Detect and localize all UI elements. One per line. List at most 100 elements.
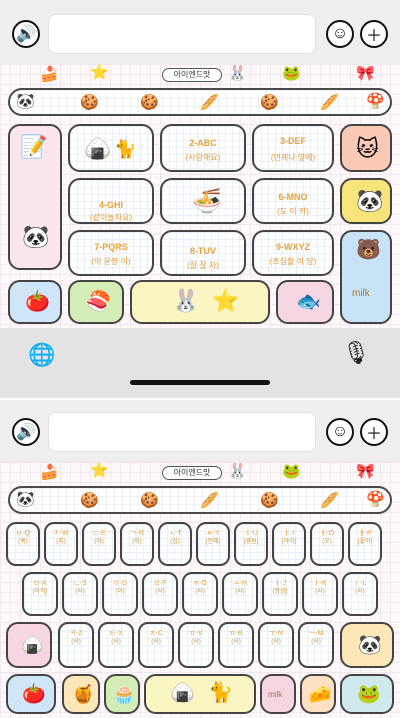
key-sub-label: (사) (235, 589, 245, 595)
space-side-key[interactable]: 🐻 milk (340, 230, 392, 324)
panda-icon: 🐼 (22, 224, 50, 249)
suggestion-bar[interactable]: 🐼 🍪 🍪 🥖 🍪 🥖 🍄 (8, 88, 392, 116)
key-8[interactable]: 8-TUV (잘 잘 자) (160, 230, 246, 276)
microphone-icon[interactable]: 🎙 (342, 340, 370, 366)
jar-icon: 🍯 (72, 684, 95, 704)
letter-key[interactable]: ㅋ-Z (사) (58, 622, 94, 668)
letter-key[interactable]: ㅛ-Y (언제) (196, 522, 230, 566)
letter-key[interactable]: ㅑ-I (아이) (272, 522, 306, 566)
settings-icon[interactable]: 🎀 (356, 66, 375, 81)
letter-key[interactable]: ㅓ-J (항상) (262, 572, 298, 616)
letter-key[interactable]: ㅁ-A (아직) (22, 572, 58, 616)
bread-icon: 🥖 (320, 492, 339, 509)
cookie-icon: 🍪 (140, 94, 159, 111)
key-sub-label: (사) (355, 589, 365, 595)
letter-key[interactable]: ㅠ-B (사) (218, 622, 254, 668)
input-bar: 🔊 ☺ ＋ (0, 0, 400, 66)
letter-key[interactable]: ㅅ-T (심) (158, 522, 192, 566)
suggestion-bar[interactable]: 🐼 🍪 🍪 🥖 🍪 🥖 🍄 (8, 486, 392, 514)
letter-key[interactable]: ㅈ-W (지) (44, 522, 78, 566)
plus-icon[interactable]: ＋ (360, 418, 388, 446)
letter-key[interactable]: ㅗ-H (사) (222, 572, 258, 616)
letter-key[interactable]: ㄴ-S (사) (62, 572, 98, 616)
bear-icon: 🐻 (356, 239, 381, 261)
keyboard-screen-top: 🔊 ☺ ＋ 🍰 ⭐ 아이엔드맛 🐰 🐸 🎀 🐼 🍪 🍪 🥖 🍪 🥖 🍄 📝 🐼 (0, 0, 400, 400)
key-3[interactable]: 3-DEF (언제나 옆에) (252, 124, 334, 172)
title-chip: 아이엔드맛 (162, 68, 222, 82)
plus-icon[interactable]: ＋ (360, 20, 388, 48)
key-left-tall[interactable]: 📝 🐼 (8, 124, 62, 270)
voice-speaker-icon[interactable]: 🔊 (12, 20, 40, 48)
space-key[interactable]: 🍙 🐈 (144, 674, 256, 714)
letter-key[interactable]: ㅡ-M (사) (298, 622, 334, 668)
letter-key[interactable]: ㅐ-O (오) (310, 522, 344, 566)
key-sub-label: (사) (71, 639, 81, 645)
key-sub-label: (이) (115, 589, 125, 595)
shift-key[interactable]: 🍙 (6, 622, 52, 668)
panda-icon: 🐼 (356, 188, 384, 213)
emoji-key[interactable]: 🍅 (6, 674, 56, 714)
key-1[interactable]: 🍙 🐈 (68, 124, 154, 172)
system-bar: 🌐 🎙 (0, 328, 400, 398)
cupcake-icon: 🧁 (113, 684, 136, 704)
lang-key[interactable]: 🐟 (276, 280, 334, 324)
letter-key[interactable]: ㅇ-D (이) (102, 572, 138, 616)
bunny-icon: 🐰 (172, 288, 200, 313)
delete-key[interactable]: 🐼 (340, 622, 394, 668)
key-sub-label: (쿼) (18, 539, 28, 545)
letter-key[interactable]: ㅎ-G (사) (182, 572, 218, 616)
lang-key[interactable]: 🧁 (104, 674, 140, 714)
comma-key[interactable]: 🧀 (300, 674, 336, 714)
num-key[interactable]: 🍯 (62, 674, 100, 714)
panda-icon: 🐼 (16, 491, 35, 508)
emoji-key[interactable]: 🍅 (8, 280, 62, 324)
letter-key[interactable]: ㅌ-X (사) (98, 622, 134, 668)
period-key[interactable]: milk (260, 674, 296, 714)
letter-key[interactable]: ㄹ-F (사) (142, 572, 178, 616)
enter-key[interactable]: 🐼 (340, 178, 392, 224)
enter-key[interactable]: 🐸 (340, 674, 394, 714)
frog-icon: 🐸 (282, 463, 301, 480)
letter-key[interactable]: ㅣ-L (사) (342, 572, 378, 616)
cake-icon: 🍰 (40, 66, 59, 83)
mushroom-icon: 🍄 (366, 491, 385, 508)
note-icon: 📝 (20, 134, 48, 159)
keyboard-screen-bottom: 🔊 ☺ ＋ 🍰 ⭐ 아이엔드맛 🐰 🐸 🎀 🐼 🍪 🍪 🥖 🍪 🥖 🍄 ㅂ-Q(… (0, 400, 400, 718)
letter-key[interactable]: ㄷ-E (이) (82, 522, 116, 566)
text-input[interactable] (48, 412, 316, 452)
emoji-icon[interactable]: ☺ (326, 418, 354, 446)
text-input[interactable] (48, 14, 316, 54)
key-sub-label: (사) (195, 589, 205, 595)
key-7[interactable]: 7-PQRS (이 운명 이) (68, 230, 154, 276)
bunny-icon: 🐰 (228, 463, 247, 480)
key-sub-label: (사) (311, 639, 321, 645)
key-4[interactable]: 4-GHI (같이놀자요) (68, 178, 154, 224)
key-sub-label: (언제) (205, 539, 221, 545)
num-key[interactable]: 🍣 (68, 280, 124, 324)
cookie-icon: 🍪 (260, 492, 279, 509)
space-key[interactable]: 🐰 ⭐ (130, 280, 270, 324)
letter-key[interactable]: ㅔ-P (좋아) (348, 522, 382, 566)
key-6[interactable]: 6-MNO (도 이 카) (252, 178, 334, 224)
bread-icon: 🥖 (200, 492, 219, 509)
fish-icon: 🐟 (296, 291, 321, 313)
key-2[interactable]: 2-ABC (사랑해요) (160, 124, 246, 172)
letter-key[interactable]: ㅏ-K (사) (302, 572, 338, 616)
delete-key[interactable]: 🐱 (340, 124, 392, 172)
settings-icon[interactable]: 🎀 (356, 464, 375, 479)
letter-key[interactable]: ㄱ-R (이) (120, 522, 154, 566)
emoji-icon[interactable]: ☺ (326, 20, 354, 48)
cat-face-icon: 🐱 (356, 136, 379, 161)
letter-key[interactable]: ㅜ-N (사) (258, 622, 294, 668)
letter-key[interactable]: ㅊ-C (사) (138, 622, 174, 668)
letter-key[interactable]: ㅂ-Q (쿼) (6, 522, 40, 566)
key-5[interactable]: 🍜 (160, 178, 246, 224)
globe-icon[interactable]: 🌐 (28, 342, 55, 368)
home-indicator[interactable] (130, 380, 270, 385)
letter-key[interactable]: ㅕ-U (영원) (234, 522, 268, 566)
star-icon: ⭐ (90, 462, 109, 479)
voice-speaker-icon[interactable]: 🔊 (12, 418, 40, 446)
letter-key[interactable]: ㅍ-V (사) (178, 622, 214, 668)
frog-icon: 🐸 (282, 65, 301, 82)
key-9[interactable]: 9-WXYZ (조심할 이 당) (252, 230, 334, 276)
